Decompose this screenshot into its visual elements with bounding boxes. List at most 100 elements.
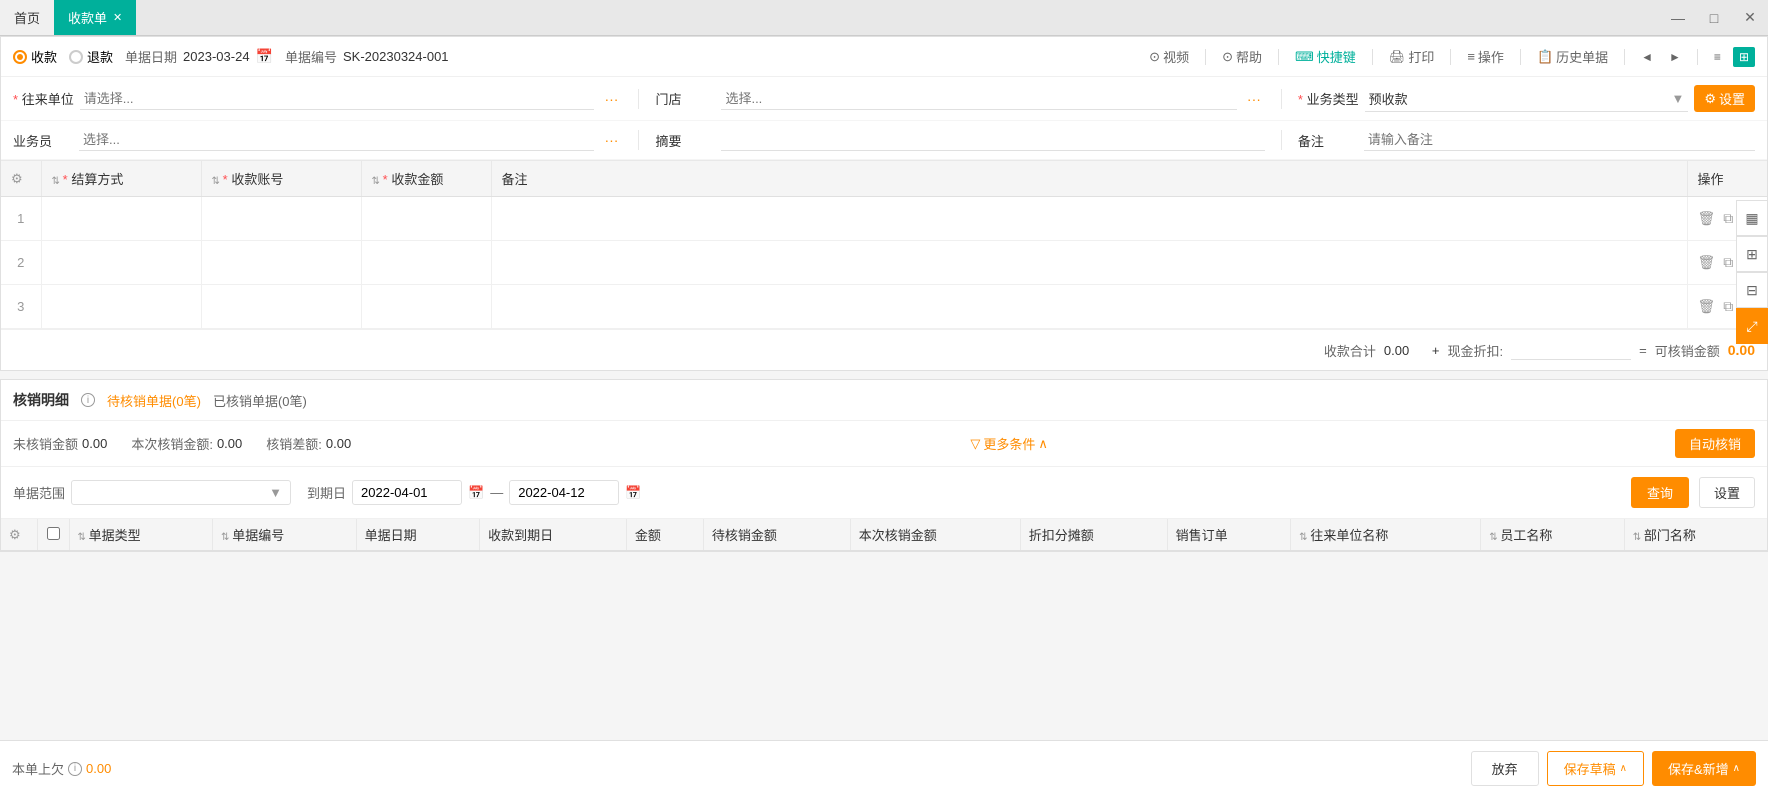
store-input[interactable] (721, 88, 1236, 110)
summary-label: 摘要 (655, 131, 715, 150)
current-stat: 本次核销金额: 0.00 (131, 434, 242, 453)
diff-label: 核销差额: (266, 434, 322, 453)
row-3-copy-icon[interactable]: ⧉ (1723, 298, 1733, 315)
row-1-copy-icon[interactable]: ⧉ (1723, 210, 1733, 227)
select-all-checkbox[interactable] (47, 527, 60, 540)
shortcut-btn[interactable]: ⌨ 快捷键 (1291, 45, 1360, 68)
more-conditions-btn[interactable]: ▽ 更多条件 ∧ (970, 434, 1048, 453)
counterpart-more-btn[interactable]: ··· (600, 91, 622, 107)
radio-receipt-label: 收款 (31, 47, 57, 66)
sep5 (1520, 49, 1521, 65)
save-new-button[interactable]: 保存&新增 ∧ (1652, 751, 1756, 786)
row-2-account[interactable] (201, 241, 361, 285)
store-more-btn[interactable]: ··· (1243, 91, 1265, 107)
discount-input[interactable] (1511, 340, 1631, 360)
row-1-amount[interactable] (361, 197, 491, 241)
row-2-note[interactable] (491, 241, 1687, 285)
date-range-sep: — (490, 485, 503, 500)
tab-receipt[interactable]: 收款单 ✕ (54, 0, 136, 35)
sidebar-link-icon[interactable]: ⊟ (1736, 272, 1768, 308)
minimize-button[interactable]: — (1660, 0, 1696, 36)
radio-refund[interactable]: 退款 (69, 47, 113, 66)
save-draft-button[interactable]: 保存草稿 ∧ (1547, 751, 1644, 786)
query-button[interactable]: 查询 (1631, 477, 1689, 508)
sidebar-table-icon[interactable]: ▦ (1736, 200, 1768, 236)
date-from-icon[interactable]: 📅 (468, 485, 484, 501)
list-view-btn[interactable]: ≡ (1710, 48, 1725, 66)
note-input[interactable] (1364, 129, 1755, 151)
history-btn[interactable]: 📋 历史单据 (1533, 45, 1612, 68)
date-from-label: 到期日 (307, 483, 346, 502)
row-3-settlement[interactable] (41, 285, 201, 329)
video-btn[interactable]: ⊙ 视频 (1145, 45, 1193, 68)
bottom-spacer (0, 552, 1768, 602)
bth-due-date: 收款到期日 (480, 519, 627, 551)
filter-settings-button[interactable]: 设置 (1699, 477, 1755, 508)
next-btn[interactable]: ► (1665, 48, 1685, 66)
row-2-delete-icon[interactable]: 🗑 (1698, 254, 1716, 271)
tab-receipt-close[interactable]: ✕ (113, 11, 122, 24)
counterpart-input[interactable] (80, 88, 595, 110)
row-1-settlement[interactable] (41, 197, 201, 241)
equals-sign: = (1639, 343, 1647, 358)
staff-input[interactable] (79, 129, 594, 151)
grid-view-btn[interactable]: ⊞ (1733, 47, 1755, 67)
row-1-delete-icon[interactable]: 🗑 (1698, 210, 1716, 227)
staff-more-btn[interactable]: ··· (600, 132, 622, 148)
total-label: 收款合计 (1324, 341, 1376, 360)
maximize-button[interactable]: □ (1696, 0, 1732, 36)
bottom-info-icon[interactable]: i (68, 762, 82, 776)
date-value: 2023-03-24 (183, 49, 250, 64)
receipt-table: ⚙ ⇅ * 结算方式 ⇅ * 收款账号 ⇅ (1, 161, 1767, 329)
reconcile-info-icon[interactable]: i (81, 393, 95, 407)
row-3-num: 3 (1, 285, 41, 329)
row-2-copy-icon[interactable]: ⧉ (1723, 254, 1733, 271)
sidebar-expand-icon[interactable]: ⤢ (1736, 308, 1768, 344)
row-3-amount[interactable] (361, 285, 491, 329)
row-2-settlement[interactable] (41, 241, 201, 285)
date-to-icon[interactable]: 📅 (625, 485, 641, 501)
sep1 (1205, 49, 1206, 65)
print-btn[interactable]: 🖨 打印 (1385, 45, 1439, 68)
radio-receipt-dot (13, 50, 27, 64)
pending-tab[interactable]: 待核销单据(0笔) (107, 391, 201, 410)
date-to-input[interactable] (509, 480, 619, 505)
done-tab[interactable]: 已核销单据(0笔) (213, 391, 307, 410)
th-amount: ⇅ * 收款金额 (361, 161, 491, 197)
radio-receipt[interactable]: 收款 (13, 47, 57, 66)
row-3-delete-icon[interactable]: 🗑 (1698, 298, 1716, 315)
filter-btn-label: 更多条件 (983, 434, 1035, 453)
date-from-input[interactable] (352, 480, 462, 505)
current-value: 0.00 (217, 436, 242, 451)
bottom-gear-icon[interactable]: ⚙ (9, 527, 21, 542)
auto-reconcile-btn[interactable]: 自动核销 (1675, 429, 1755, 458)
bth-amount: 金额 (626, 519, 703, 551)
plus-sign: + (1432, 343, 1440, 358)
row-2-amount[interactable] (361, 241, 491, 285)
gear-icon[interactable]: ⚙ (11, 171, 23, 186)
available-label: 可核销金额 (1655, 341, 1720, 360)
range-select[interactable]: ▼ (71, 480, 291, 505)
help-btn[interactable]: ⊙ 帮助 (1218, 45, 1266, 68)
row-3-account[interactable] (201, 285, 361, 329)
calendar-icon[interactable]: 📅 (256, 48, 273, 65)
close-button[interactable]: ✕ (1732, 0, 1768, 36)
sep-f3 (638, 130, 639, 150)
sep6 (1624, 49, 1625, 65)
settings-button[interactable]: ⚙ 设置 (1694, 85, 1755, 112)
tab-home[interactable]: 首页 (0, 0, 54, 35)
operation-btn[interactable]: ≡ 操作 (1463, 45, 1508, 68)
sidebar-grid-icon[interactable]: ⊞ (1736, 236, 1768, 272)
reconcile-stats: 未核销金额 0.00 本次核销金额: 0.00 核销差额: 0.00 ▽ 更多条… (1, 421, 1767, 467)
prev-btn[interactable]: ◄ (1637, 48, 1657, 66)
summary-input[interactable] (721, 129, 1264, 151)
save-draft-label: 保存草稿 (1564, 759, 1616, 778)
bth-sales-order: 销售订单 (1167, 519, 1291, 551)
sep7 (1697, 49, 1698, 65)
bth-dept-name: ⇅ 部门名称 (1624, 519, 1767, 551)
row-3-note[interactable] (491, 285, 1687, 329)
abandon-button[interactable]: 放弃 (1471, 751, 1539, 786)
row-1-account[interactable] (201, 197, 361, 241)
row-1-note[interactable] (491, 197, 1687, 241)
business-type-select[interactable]: 预收款 ▼ (1365, 86, 1689, 112)
